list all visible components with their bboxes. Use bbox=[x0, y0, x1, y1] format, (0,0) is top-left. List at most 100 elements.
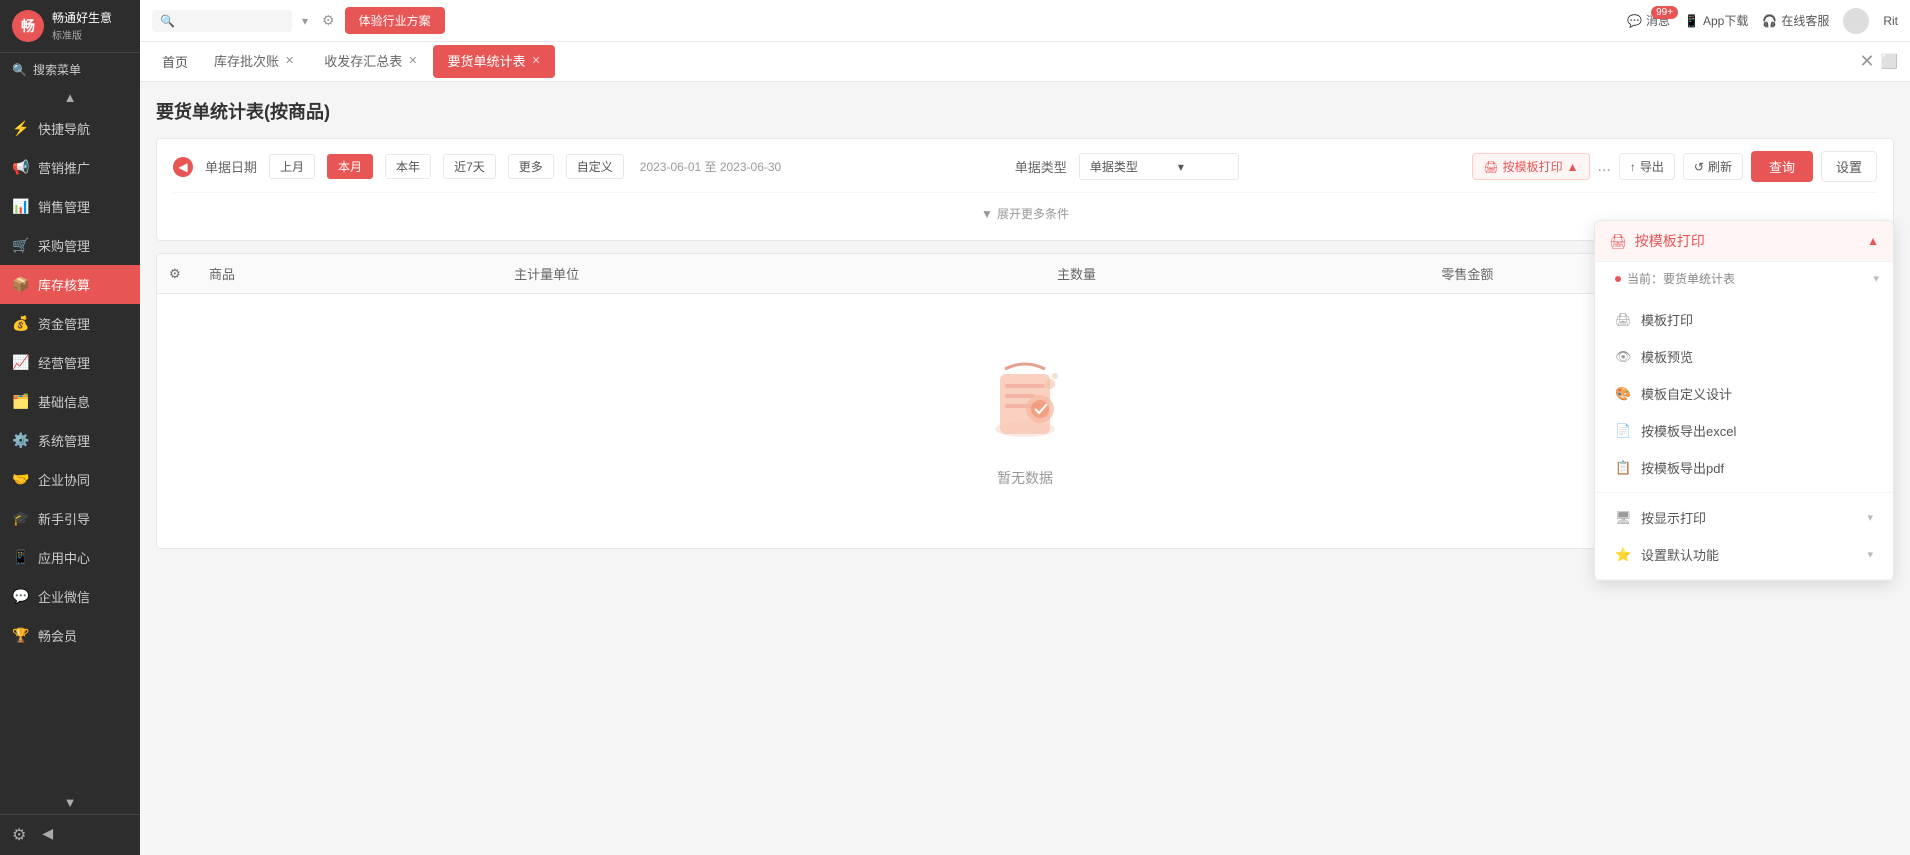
nav-icon-sales: 📊 bbox=[12, 198, 30, 215]
topbar-gear-icon[interactable]: ⚙ bbox=[322, 12, 335, 29]
topbar-app-download[interactable]: 📱 App下载 bbox=[1684, 12, 1748, 29]
print-label: 按模板打印 bbox=[1503, 158, 1563, 175]
default-func-label: 设置默认功能 bbox=[1641, 545, 1719, 564]
collapse-icon[interactable]: ◀ bbox=[42, 825, 53, 845]
tab-receipt-summary[interactable]: 收发存汇总表 ✕ bbox=[310, 45, 431, 78]
filter-expand-button[interactable]: ▼ 展开更多条件 bbox=[969, 199, 1081, 228]
service-label: 在线客服 bbox=[1781, 12, 1829, 29]
export-icon: ↑ bbox=[1630, 160, 1636, 174]
query-button[interactable]: 查询 bbox=[1751, 151, 1813, 182]
settings-button[interactable]: 设置 bbox=[1821, 151, 1877, 182]
sidebar-item-system[interactable]: ⚙️ 系统管理 bbox=[0, 421, 140, 460]
tab-order-stats[interactable]: 要货单统计表 ✕ bbox=[433, 45, 554, 78]
date-btn-more[interactable]: 更多 bbox=[508, 154, 554, 179]
maximize-icon[interactable]: ⬜ bbox=[1881, 53, 1898, 70]
print-item-export-pdf[interactable]: 📋 按模板导出pdf bbox=[1595, 449, 1893, 486]
template-print-label: 模板打印 bbox=[1641, 310, 1693, 329]
sidebar-item-sales[interactable]: 📊 销售管理 bbox=[0, 187, 140, 226]
sidebar-item-wechat[interactable]: 💬 企业微信 bbox=[0, 577, 140, 616]
date-btn-prev-month[interactable]: 上月 bbox=[269, 154, 315, 179]
empty-text: 暂无数据 bbox=[997, 468, 1053, 488]
sidebar-logo: 畅 畅通好生意 标准版 bbox=[0, 0, 140, 53]
export-excel-icon: 📄 bbox=[1615, 423, 1631, 439]
nav-icon-inventory: 📦 bbox=[12, 276, 30, 293]
print-button[interactable]: 🖨 按模板打印 ▲ bbox=[1472, 153, 1589, 180]
print-dropdown-header[interactable]: 🖨 按模板打印 ▲ bbox=[1595, 221, 1893, 262]
nav-label-marketing: 营销推广 bbox=[38, 158, 90, 177]
nav-label-sales: 销售管理 bbox=[38, 197, 90, 216]
col-product: 商品 bbox=[197, 254, 502, 294]
sidebar-item-operation[interactable]: 📈 经营管理 bbox=[0, 343, 140, 382]
page-title: 要货单统计表(按商品) bbox=[156, 98, 1894, 124]
tab-order-stats-label: 要货单统计表 bbox=[447, 51, 525, 70]
service-icon: 🎧 bbox=[1762, 14, 1777, 28]
message-badge: 99+ bbox=[1651, 6, 1678, 19]
username-label: Rit bbox=[1883, 14, 1898, 28]
export-pdf-icon: 📋 bbox=[1615, 460, 1631, 476]
tab-inventory-batch[interactable]: 库存批次账 ✕ bbox=[200, 45, 308, 78]
sidebar-item-basics[interactable]: 🗂️ 基础信息 bbox=[0, 382, 140, 421]
tab-inventory-batch-close[interactable]: ✕ bbox=[285, 54, 294, 67]
tab-receipt-summary-close[interactable]: ✕ bbox=[408, 54, 417, 67]
export-excel-label: 按模板导出excel bbox=[1641, 421, 1736, 440]
print-item-template-print[interactable]: 🖨 模板打印 bbox=[1595, 301, 1893, 338]
sidebar: 畅 畅通好生意 标准版 🔍 搜索菜单 ▲ ⚡ 快捷导航📢 营销推广📊 销售管理🛒… bbox=[0, 0, 140, 855]
export-button[interactable]: ↑ 导出 bbox=[1619, 153, 1675, 180]
date-btn-year[interactable]: 本年 bbox=[385, 154, 431, 179]
print-item-template-design[interactable]: 🎨 模板自定义设计 bbox=[1595, 375, 1893, 412]
default-func-icon: ⭐ bbox=[1615, 547, 1631, 563]
print-group-display[interactable]: 🖥 按显示打印 ▾ bbox=[1595, 499, 1893, 536]
export-pdf-label: 按模板导出pdf bbox=[1641, 458, 1724, 477]
toolbar-more-dots[interactable]: ... bbox=[1598, 158, 1611, 176]
col-settings[interactable]: ⚙ bbox=[157, 254, 197, 294]
print-dropdown-title: 按模板打印 bbox=[1635, 231, 1859, 251]
topbar-search-box[interactable]: 🔍 bbox=[152, 10, 292, 32]
topbar-customer-service[interactable]: 🎧 在线客服 bbox=[1762, 12, 1829, 29]
sidebar-scroll-down[interactable]: ▼ bbox=[0, 791, 140, 814]
col-quantity: 主数量 bbox=[1045, 254, 1429, 294]
sidebar-item-apps[interactable]: 📱 应用中心 bbox=[0, 538, 140, 577]
filter-collapse-icon[interactable]: ◀ bbox=[173, 157, 193, 177]
sidebar-item-member[interactable]: 🏆 畅会员 bbox=[0, 616, 140, 655]
trial-button[interactable]: 体验行业方案 bbox=[345, 7, 445, 34]
date-btn-7days[interactable]: 近7天 bbox=[443, 154, 496, 179]
template-design-label: 模板自定义设计 bbox=[1641, 384, 1732, 403]
tab-order-stats-close[interactable]: ✕ bbox=[532, 54, 541, 67]
sidebar-item-collab[interactable]: 🤝 企业协同 bbox=[0, 460, 140, 499]
topbar-messages[interactable]: 💬 消息 99+ bbox=[1627, 12, 1670, 29]
topbar-dropdown-chevron[interactable]: ▾ bbox=[302, 14, 308, 28]
sidebar-item-quick-nav[interactable]: ⚡ 快捷导航 bbox=[0, 109, 140, 148]
date-btn-current-month[interactable]: 本月 bbox=[327, 154, 373, 179]
tab-home[interactable]: 首页 bbox=[152, 46, 198, 77]
tabs-bar: 首页 库存批次账 ✕ 收发存汇总表 ✕ 要货单统计表 ✕ ✕ ⬜ bbox=[140, 42, 1910, 82]
template-preview-label: 模板预览 bbox=[1641, 347, 1693, 366]
close-window-icon[interactable]: ✕ bbox=[1859, 51, 1874, 72]
print-item-template-preview[interactable]: 👁 模板预览 bbox=[1595, 338, 1893, 375]
sidebar-item-newbie[interactable]: 🎓 新手引导 bbox=[0, 499, 140, 538]
template-print-icon: 🖨 bbox=[1615, 312, 1631, 328]
type-filter-select[interactable]: 单据类型 ▾ bbox=[1079, 153, 1239, 180]
sidebar-item-finance[interactable]: 💰 资金管理 bbox=[0, 304, 140, 343]
print-group-default[interactable]: ⭐ 设置默认功能 ▾ bbox=[1595, 536, 1893, 573]
display-print-label: 按显示打印 bbox=[1641, 508, 1706, 527]
sidebar-scroll-up[interactable]: ▲ bbox=[0, 86, 140, 109]
nav-label-purchase: 采购管理 bbox=[38, 236, 90, 255]
date-btn-custom[interactable]: 自定义 bbox=[566, 154, 624, 179]
print-item-export-excel[interactable]: 📄 按模板导出excel bbox=[1595, 412, 1893, 449]
sidebar-item-marketing[interactable]: 📢 营销推广 bbox=[0, 148, 140, 187]
refresh-icon: ↺ bbox=[1694, 160, 1704, 174]
template-design-icon: 🎨 bbox=[1615, 386, 1631, 402]
date-range-display: 2023-06-01 至 2023-06-30 bbox=[640, 158, 781, 175]
settings-icon[interactable]: ⚙ bbox=[12, 825, 26, 845]
refresh-button[interactable]: ↺ 刷新 bbox=[1683, 153, 1743, 180]
topbar: 🔍 ▾ ⚙ 体验行业方案 💬 消息 99+ 📱 App下载 🎧 在线客服 Rit bbox=[140, 0, 1910, 42]
sidebar-search[interactable]: 🔍 搜索菜单 bbox=[0, 53, 140, 86]
topbar-right: 💬 消息 99+ 📱 App下载 🎧 在线客服 Rit bbox=[1627, 8, 1898, 34]
print-dropdown: 🖨 按模板打印 ▲ 当前：要货单统计表 ▾ 🖨 模板打印 👁 模板预览 bbox=[1594, 220, 1894, 581]
print-dropdown-chevron: ▲ bbox=[1867, 234, 1879, 248]
nav-icon-quick-nav: ⚡ bbox=[12, 120, 30, 137]
page-content: 要货单统计表(按商品) ◀ 单据日期 上月 本月 本年 近7天 更多 自定义 2… bbox=[140, 82, 1910, 855]
sidebar-item-purchase[interactable]: 🛒 采购管理 bbox=[0, 226, 140, 265]
user-avatar[interactable] bbox=[1843, 8, 1869, 34]
sidebar-item-inventory[interactable]: 📦 库存核算 bbox=[0, 265, 140, 304]
